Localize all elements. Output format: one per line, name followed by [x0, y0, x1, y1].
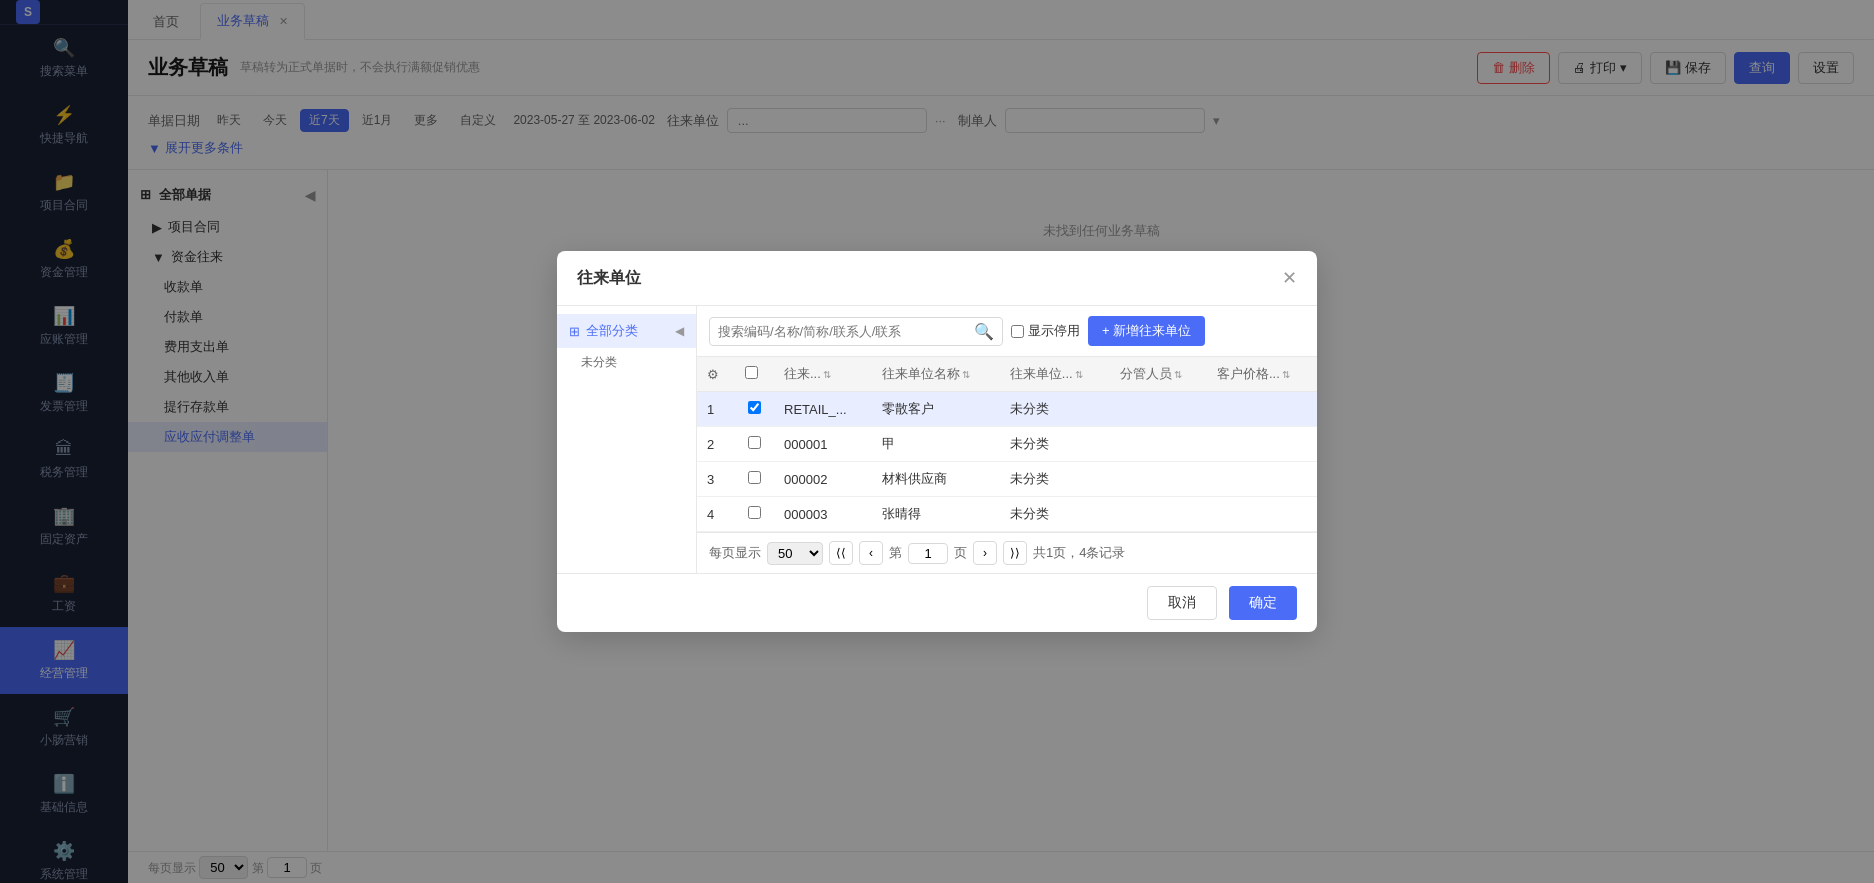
modal-body: ⊞ 全部分类 ◀ 未分类 🔍 显示停用 — [557, 306, 1317, 573]
row-name: 张晴得 — [872, 497, 1000, 532]
modal-table: ⚙ 往来...⇅ 往来单位名称⇅ 往来单位...⇅ 分管人员⇅ 客户价格...⇅ — [697, 357, 1317, 532]
confirm-button[interactable]: 确定 — [1229, 586, 1297, 620]
counterpart-table: ⚙ 往来...⇅ 往来单位名称⇅ 往来单位...⇅ 分管人员⇅ 客户价格...⇅ — [697, 357, 1317, 532]
row-type: 未分类 — [1000, 427, 1110, 462]
table-row[interactable]: 1 RETAIL_... 零散客户 未分类 — [697, 392, 1317, 427]
col-manager[interactable]: 分管人员⇅ — [1110, 357, 1207, 392]
modal-page-input[interactable] — [908, 543, 948, 564]
page-label: 第 — [889, 544, 902, 562]
row-code: RETAIL_... — [774, 392, 872, 427]
row-checkbox[interactable] — [748, 436, 761, 449]
modal-page-size-select[interactable]: 50 10 20 100 — [767, 542, 823, 565]
col-settings: ⚙ — [697, 357, 735, 392]
first-page-button[interactable]: ⟨⟨ — [829, 541, 853, 565]
modal-close-button[interactable]: ✕ — [1282, 267, 1297, 289]
modal-toolbar: 🔍 显示停用 + 新增往来单位 — [697, 306, 1317, 357]
modal-sidebar-all[interactable]: ⊞ 全部分类 ◀ — [557, 314, 696, 348]
col-code[interactable]: 往来...⇅ — [774, 357, 872, 392]
table-row[interactable]: 2 000001 甲 未分类 — [697, 427, 1317, 462]
row-price — [1207, 392, 1317, 427]
row-name: 零散客户 — [872, 392, 1000, 427]
row-checkbox-cell[interactable] — [735, 392, 774, 427]
col-type[interactable]: 往来单位...⇅ — [1000, 357, 1110, 392]
row-checkbox-cell[interactable] — [735, 427, 774, 462]
row-type: 未分类 — [1000, 462, 1110, 497]
modal-sidebar: ⊞ 全部分类 ◀ 未分类 — [557, 306, 697, 573]
show-disabled-label[interactable]: 显示停用 — [1011, 322, 1080, 340]
grid-icon: ⊞ — [569, 324, 580, 339]
prev-page-button[interactable]: ‹ — [859, 541, 883, 565]
page-size-label: 每页显示 — [709, 544, 761, 562]
row-manager — [1110, 497, 1207, 532]
modal-sidebar-unclassified[interactable]: 未分类 — [557, 348, 696, 377]
row-type: 未分类 — [1000, 497, 1110, 532]
row-price — [1207, 427, 1317, 462]
cancel-button[interactable]: 取消 — [1147, 586, 1217, 620]
select-all-checkbox[interactable] — [745, 366, 758, 379]
last-page-button[interactable]: ⟩⟩ — [1003, 541, 1027, 565]
row-code: 000001 — [774, 427, 872, 462]
row-manager — [1110, 392, 1207, 427]
search-box: 🔍 — [709, 317, 1003, 346]
row-checkbox[interactable] — [748, 506, 761, 519]
col-name[interactable]: 往来单位名称⇅ — [872, 357, 1000, 392]
modal-header: 往来单位 ✕ — [557, 251, 1317, 306]
next-page-button[interactable]: › — [973, 541, 997, 565]
add-counterpart-button[interactable]: + 新增往来单位 — [1088, 316, 1205, 346]
col-checkbox — [735, 357, 774, 392]
modal-footer-bar: 每页显示 50 10 20 100 ⟨⟨ ‹ 第 页 › ⟩⟩ — [697, 532, 1317, 573]
row-checkbox-cell[interactable] — [735, 462, 774, 497]
modal-overlay: 往来单位 ✕ ⊞ 全部分类 ◀ 未分类 — [0, 0, 1874, 883]
page-unit-label: 页 — [954, 544, 967, 562]
row-code: 000002 — [774, 462, 872, 497]
row-manager — [1110, 462, 1207, 497]
counterpart-modal: 往来单位 ✕ ⊞ 全部分类 ◀ 未分类 — [557, 251, 1317, 632]
modal-search-input[interactable] — [718, 324, 968, 339]
row-checkbox[interactable] — [748, 401, 761, 414]
show-disabled-checkbox[interactable] — [1011, 325, 1024, 338]
modal-search-icon: 🔍 — [974, 322, 994, 341]
row-checkbox-cell[interactable] — [735, 497, 774, 532]
table-row[interactable]: 4 000003 张晴得 未分类 — [697, 497, 1317, 532]
modal-title: 往来单位 — [577, 268, 641, 289]
modal-sidebar-collapse[interactable]: ◀ — [675, 324, 684, 338]
row-price — [1207, 462, 1317, 497]
row-type: 未分类 — [1000, 392, 1110, 427]
modal-content: 🔍 显示停用 + 新增往来单位 ⚙ — [697, 306, 1317, 573]
row-num: 2 — [697, 427, 735, 462]
row-code: 000003 — [774, 497, 872, 532]
row-manager — [1110, 427, 1207, 462]
col-price[interactable]: 客户价格...⇅ — [1207, 357, 1317, 392]
row-num: 1 — [697, 392, 735, 427]
row-name: 材料供应商 — [872, 462, 1000, 497]
modal-actions: 取消 确定 — [557, 573, 1317, 632]
row-num: 4 — [697, 497, 735, 532]
row-price — [1207, 497, 1317, 532]
pagination-area: 每页显示 50 10 20 100 ⟨⟨ ‹ 第 页 › ⟩⟩ — [709, 541, 1125, 565]
table-row[interactable]: 3 000002 材料供应商 未分类 — [697, 462, 1317, 497]
row-checkbox[interactable] — [748, 471, 761, 484]
row-num: 3 — [697, 462, 735, 497]
row-name: 甲 — [872, 427, 1000, 462]
total-info: 共1页，4条记录 — [1033, 544, 1125, 562]
